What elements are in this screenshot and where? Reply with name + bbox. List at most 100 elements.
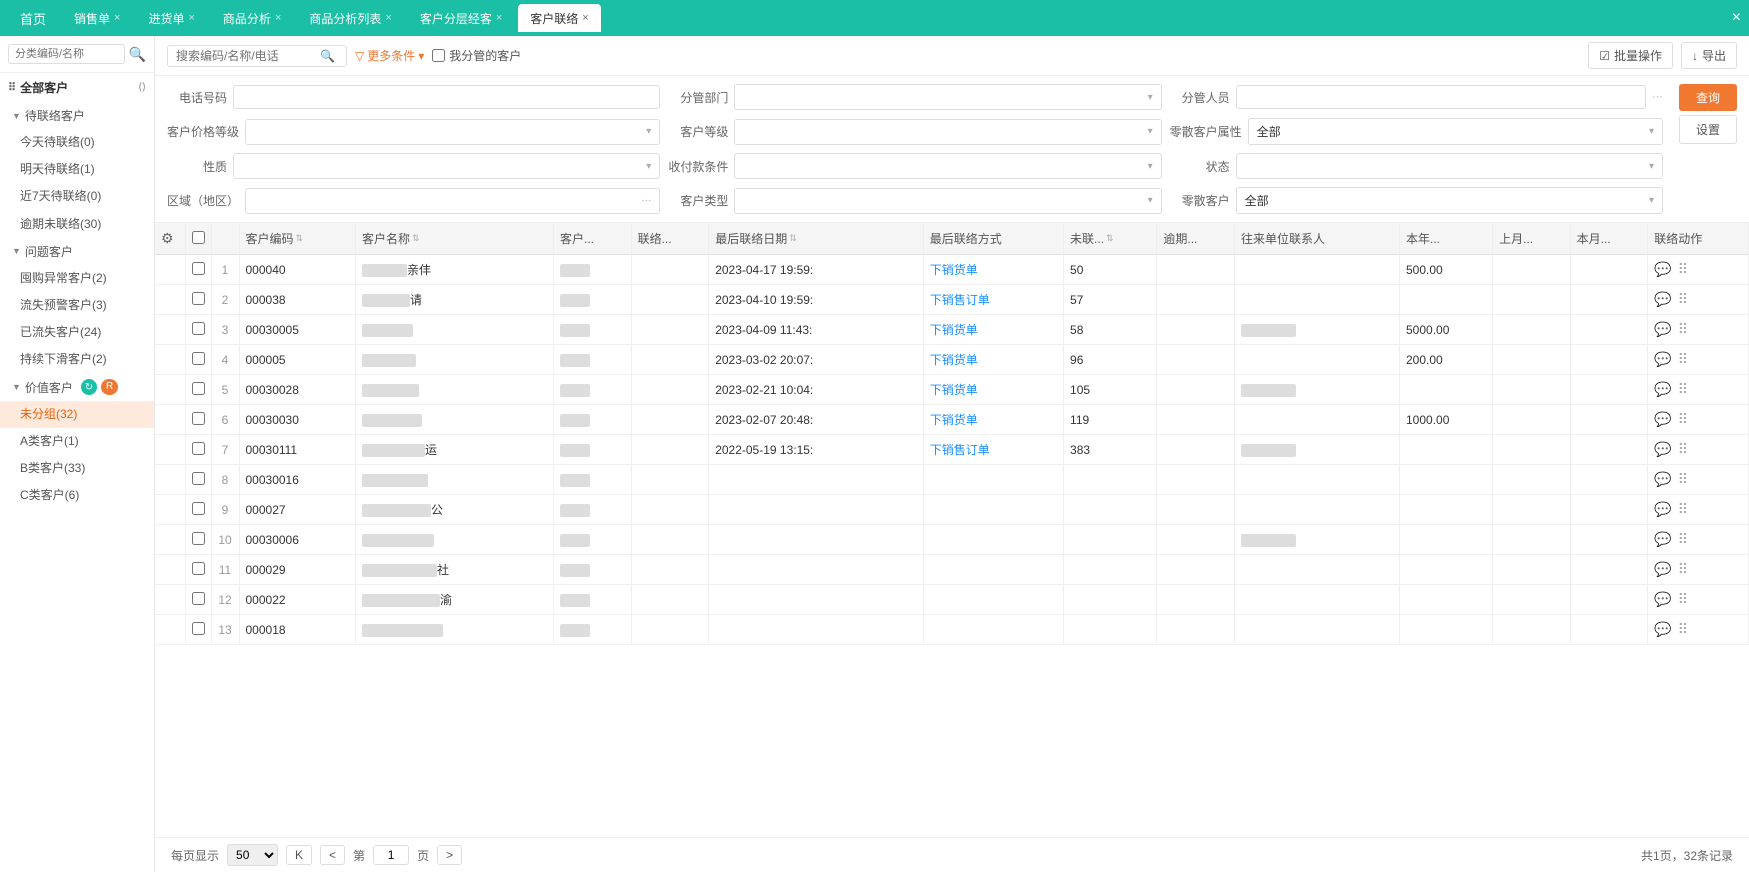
qr-icon[interactable]: ⠿ — [1678, 261, 1688, 278]
sidebar-item-today-pending[interactable]: 今天待联络(0) — [0, 129, 154, 156]
row-checkbox[interactable] — [192, 532, 205, 545]
chat-icon[interactable]: 💬 — [1654, 261, 1671, 278]
sidebar-item-declining[interactable]: 持续下滑客户(2) — [0, 346, 154, 373]
page-input[interactable] — [373, 845, 409, 865]
sidebar-item-tomorrow-pending[interactable]: 明天待联络(1) — [0, 156, 154, 183]
row-checkbox[interactable] — [192, 412, 205, 425]
row-checkbox[interactable] — [192, 502, 205, 515]
chat-icon[interactable]: 💬 — [1654, 591, 1671, 608]
checkbox-cell[interactable] — [185, 255, 211, 285]
region-select[interactable]: ··· — [245, 188, 660, 214]
close-customer-tier-tab[interactable]: × — [496, 12, 502, 24]
filter-search-input[interactable] — [176, 49, 316, 63]
select-all-checkbox[interactable] — [192, 231, 205, 244]
nav-tab-customer-tier[interactable]: 客户分层经客 × — [408, 4, 514, 32]
sidebar-all-customers[interactable]: ⠿ 全部客户 ⟨⟩ — [0, 73, 154, 102]
sidebar-item-class-c[interactable]: C类客户(6) — [0, 482, 154, 509]
refresh-icon[interactable]: ↻ — [81, 379, 97, 395]
last-contact-method-link[interactable]: 下销售订单 — [930, 443, 990, 457]
qr-icon[interactable]: ⠿ — [1678, 411, 1688, 428]
last-contact-method-cell[interactable]: 下销售订单 — [923, 285, 1063, 315]
code-sort[interactable]: 客户编码 ⇅ — [246, 230, 304, 247]
next-page-button[interactable]: > — [437, 845, 462, 865]
sidebar-search-icon[interactable]: 🔍 — [129, 46, 146, 63]
close-sales-tab[interactable]: × — [114, 12, 120, 24]
window-close-button[interactable]: × — [1732, 9, 1741, 27]
nature-select[interactable]: ▾ — [233, 153, 660, 179]
close-purchase-tab[interactable]: × — [188, 12, 194, 24]
sidebar-item-class-a[interactable]: A类客户(1) — [0, 428, 154, 455]
last-contact-method-link[interactable]: 下销货单 — [930, 413, 978, 427]
status-select[interactable]: ▾ — [1236, 153, 1663, 179]
sidebar-item-overdue-pending[interactable]: 逾期未联络(30) — [0, 211, 154, 238]
chat-icon[interactable]: 💬 — [1654, 321, 1671, 338]
checkbox-cell[interactable] — [185, 435, 211, 465]
chat-icon[interactable]: 💬 — [1654, 501, 1671, 518]
last-contact-method-cell[interactable]: 下销售订单 — [923, 435, 1063, 465]
row-checkbox[interactable] — [192, 352, 205, 365]
phone-input[interactable] — [233, 85, 660, 109]
last-contact-method-cell[interactable]: 下销货单 — [923, 255, 1063, 285]
last-contact-method-link[interactable]: 下销货单 — [930, 383, 978, 397]
row-checkbox[interactable] — [192, 382, 205, 395]
last-contact-method-link[interactable]: 下销货单 — [930, 323, 978, 337]
reset-button[interactable]: 设置 — [1679, 115, 1737, 144]
sidebar-item-7day-pending[interactable]: 近7天待联络(0) — [0, 183, 154, 210]
sidebar-item-churned[interactable]: 已流失客户(24) — [0, 319, 154, 346]
settings-gear-icon[interactable]: ⚙ — [161, 230, 174, 246]
last-contact-method-cell[interactable] — [923, 525, 1063, 555]
qr-icon[interactable]: ⠿ — [1678, 441, 1688, 458]
row-checkbox[interactable] — [192, 292, 205, 305]
checkbox-cell[interactable] — [185, 555, 211, 585]
last-contact-method-cell[interactable]: 下销货单 — [923, 405, 1063, 435]
row-checkbox[interactable] — [192, 472, 205, 485]
home-tab[interactable]: 首页 — [8, 9, 58, 28]
nav-tab-product-list[interactable]: 商品分析列表 × — [297, 4, 403, 32]
last-contact-method-cell[interactable]: 下销货单 — [923, 345, 1063, 375]
last-contact-method-link[interactable]: 下销货单 — [930, 353, 978, 367]
nav-tab-product-analysis[interactable]: 商品分析 × — [211, 4, 293, 32]
filter-search-icon[interactable]: 🔍 — [320, 49, 335, 63]
sidebar-item-class-b[interactable]: B类客户(33) — [0, 455, 154, 482]
prev-page-button[interactable]: < — [320, 845, 345, 865]
qr-icon[interactable]: ⠿ — [1678, 351, 1688, 368]
manager-input[interactable] — [1236, 85, 1646, 109]
last-contact-method-cell[interactable] — [923, 615, 1063, 645]
sidebar-group-pending[interactable]: ▼ 待联络客户 — [0, 102, 154, 129]
qr-icon[interactable]: ⠿ — [1678, 471, 1688, 488]
first-page-button[interactable]: K — [286, 845, 312, 865]
price-tier-select[interactable]: ▾ — [245, 119, 660, 145]
scatter-select[interactable]: 全部▾ — [1236, 187, 1663, 214]
last-contact-method-cell[interactable] — [923, 555, 1063, 585]
last-contact-method-link[interactable]: 下销货单 — [930, 263, 978, 277]
export-button[interactable]: ↓ 导出 — [1681, 42, 1737, 69]
sidebar-group-problem[interactable]: ▼ 问题客户 — [0, 238, 154, 265]
checkbox-cell[interactable] — [185, 405, 211, 435]
chat-icon[interactable]: 💬 — [1654, 351, 1671, 368]
close-customer-contact-tab[interactable]: × — [582, 12, 588, 24]
chat-icon[interactable]: 💬 — [1654, 621, 1671, 638]
qr-icon[interactable]: ⠿ — [1678, 621, 1688, 638]
qr-icon[interactable]: ⠿ — [1678, 321, 1688, 338]
row-checkbox[interactable] — [192, 322, 205, 335]
query-button[interactable]: 查询 — [1679, 84, 1737, 111]
settings-col-header[interactable]: ⚙ — [155, 223, 185, 255]
last-contact-method-link[interactable]: 下销售订单 — [930, 293, 990, 307]
cust-tier-select[interactable]: ▾ — [734, 119, 1161, 145]
sidebar-item-churn-warning[interactable]: 流失预警客户(3) — [0, 292, 154, 319]
name-sort[interactable]: 客户名称 ⇅ — [362, 230, 420, 247]
nav-tab-customer-contact[interactable]: 客户联络 × — [518, 4, 600, 32]
chat-icon[interactable]: 💬 — [1654, 471, 1671, 488]
row-checkbox[interactable] — [192, 622, 205, 635]
per-page-select[interactable]: 50 100 200 — [227, 844, 278, 866]
qr-icon[interactable]: ⠿ — [1678, 291, 1688, 308]
last-contact-method-cell[interactable] — [923, 495, 1063, 525]
checkbox-cell[interactable] — [185, 315, 211, 345]
qr-icon[interactable]: ⠿ — [1678, 531, 1688, 548]
batch-operation-button[interactable]: ☑ 批量操作 — [1588, 42, 1673, 69]
qr-icon[interactable]: ⠿ — [1678, 501, 1688, 518]
dept-select[interactable]: ▾ — [734, 84, 1161, 110]
checkbox-cell[interactable] — [185, 375, 211, 405]
nav-tab-purchase[interactable]: 进货单 × — [136, 4, 206, 32]
checkbox-cell[interactable] — [185, 285, 211, 315]
